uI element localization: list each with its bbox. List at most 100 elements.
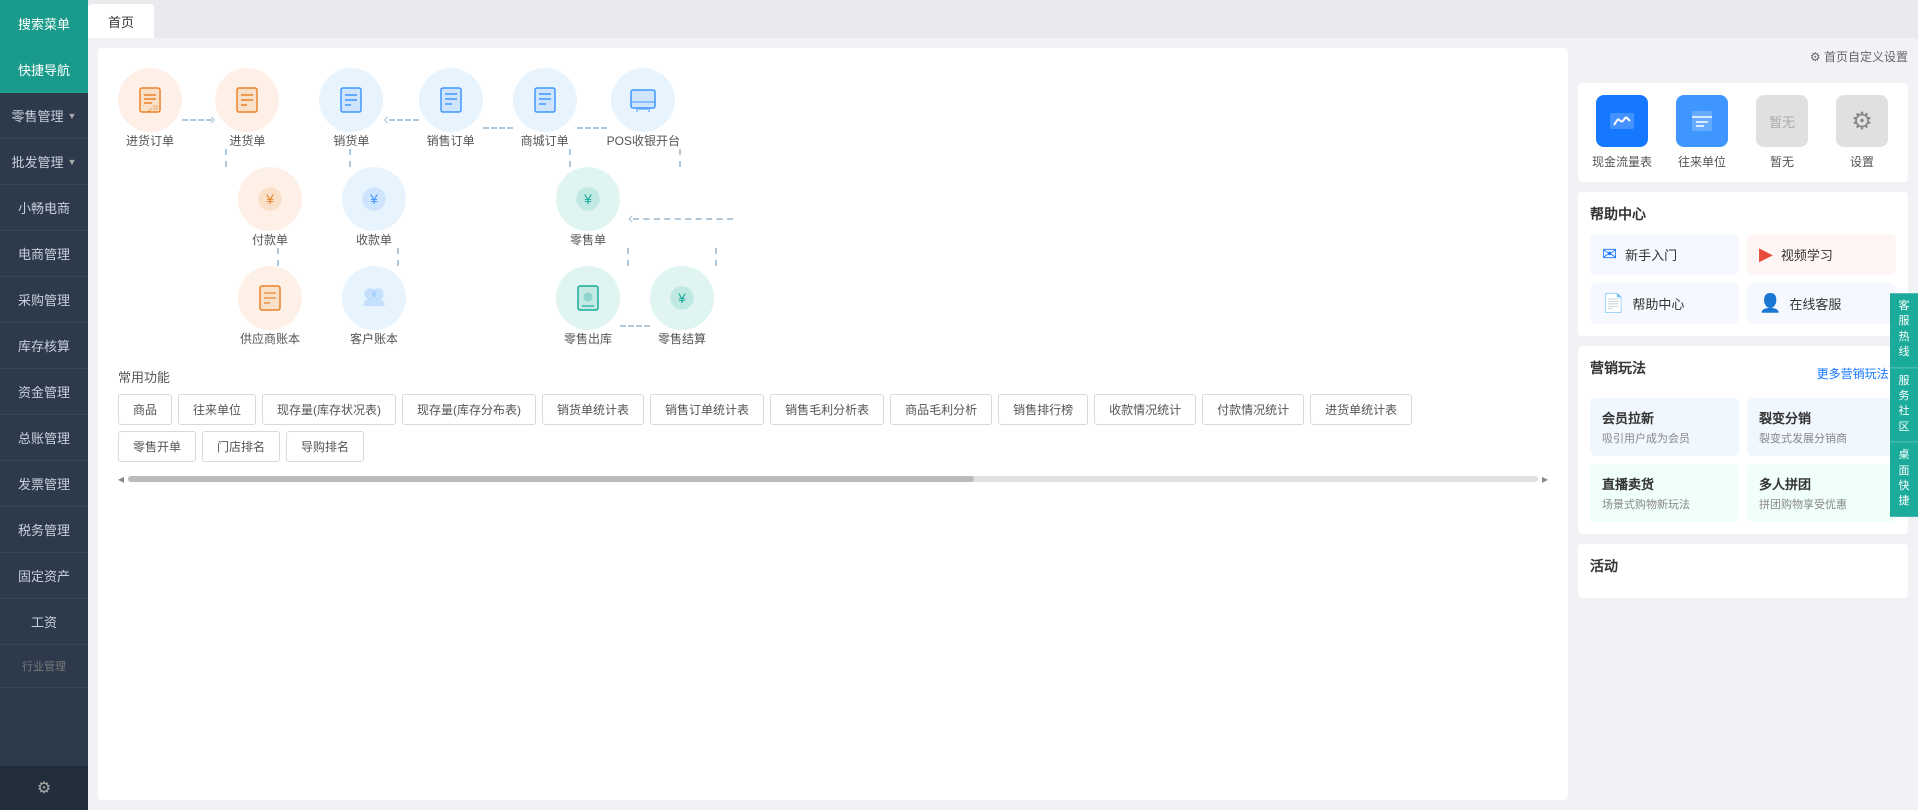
sidebar-item-finance[interactable]: 资金管理 — [0, 369, 88, 415]
service-community-btn[interactable]: 服务社区 — [1890, 368, 1918, 443]
sidebar-item-inventory[interactable]: 库存核算 — [0, 323, 88, 369]
desktop-shortcut-btn[interactable]: 桌面快捷 — [1890, 442, 1918, 517]
func-btn-guide-rank[interactable]: 导购排名 — [286, 431, 364, 462]
activity-panel: 活动 — [1578, 544, 1908, 598]
marketing-panel: 营销玩法 更多营销玩法 › 会员拉新 吸引用户成为会员 裂变分销 裂变式发展分销… — [1578, 346, 1908, 534]
svg-text:¥: ¥ — [583, 191, 592, 207]
group-desc: 拼团购物享受优惠 — [1759, 496, 1884, 512]
sidebar-item-wholesale[interactable]: 批发管理 ▼ — [0, 139, 88, 185]
help-center-panel: 帮助中心 ✉ 新手入门 ▶ 视频学习 📄 帮助中心 👤 — [1578, 192, 1908, 336]
marketing-group[interactable]: 多人拼团 拼团购物享受优惠 — [1747, 464, 1896, 522]
sidebar-item-quick-nav[interactable]: 快捷导航 — [0, 47, 88, 93]
partner-icon — [1676, 95, 1728, 147]
sidebar-item-ecom[interactable]: 电商管理 — [0, 231, 88, 277]
func-btn-receipt-stat[interactable]: 收款情况统计 — [1094, 394, 1196, 425]
common-functions: 常用功能 商品 往来单位 现存量(库存状况表) 现存量(库存分布表) 销货单统计… — [118, 367, 1548, 462]
sidebar-item-more[interactable]: 行业管理 — [0, 645, 88, 688]
scroll-track[interactable] — [128, 476, 1538, 482]
sidebar-item-retail[interactable]: 零售管理 ▼ — [0, 93, 88, 139]
node-supplier-account: 供应商账本 — [238, 266, 302, 347]
chevron-down-icon: ▼ — [68, 157, 77, 167]
service-label: 在线客服 — [1789, 294, 1841, 313]
func-btn-stock1[interactable]: 现存量(库存状况表) — [262, 394, 396, 425]
func-btn-purchase-stat[interactable]: 进货单统计表 — [1310, 394, 1412, 425]
activity-title: 活动 — [1590, 556, 1896, 576]
marketing-split[interactable]: 裂变分销 裂变式发展分销商 — [1747, 398, 1896, 456]
quick-icon-none[interactable]: 暂无 暂无 — [1750, 95, 1814, 170]
help-service[interactable]: 👤 在线客服 — [1747, 283, 1896, 324]
scroll-thumb[interactable] — [128, 476, 974, 482]
group-title: 多人拼团 — [1759, 474, 1884, 493]
func-btn-sale-rank[interactable]: 销售排行榜 — [998, 394, 1088, 425]
sidebar-item-assets[interactable]: 固定资产 — [0, 553, 88, 599]
func-btn-goods[interactable]: 商品 — [118, 394, 172, 425]
video-icon: ▶ — [1759, 244, 1773, 265]
help-video[interactable]: ▶ 视频学习 — [1747, 234, 1896, 275]
node-purchase-order: ✓ 进货订单 — [118, 68, 182, 149]
marketing-grid: 会员拉新 吸引用户成为会员 裂变分销 裂变式发展分销商 直播卖货 场景式购物新玩… — [1590, 398, 1896, 522]
func-btn-goods-margin[interactable]: 商品毛利分析 — [890, 394, 992, 425]
sidebar-item-general[interactable]: 总账管理 — [0, 415, 88, 461]
right-panel: ⚙ 首页自定义设置 — [1578, 48, 1908, 800]
func-btn-stock2[interactable]: 现存量(库存分布表) — [402, 394, 536, 425]
function-buttons: 商品 往来单位 现存量(库存状况表) 现存量(库存分布表) 销货单统计表 销售订… — [118, 394, 1548, 425]
none-icon: 暂无 — [1756, 95, 1808, 147]
marketing-live[interactable]: 直播卖货 场景式购物新玩法 — [1590, 464, 1739, 522]
marketing-header: 营销玩法 更多营销玩法 › — [1590, 358, 1896, 388]
common-functions-title: 常用功能 — [118, 367, 1548, 386]
scroll-right-arrow[interactable]: ▸ — [1542, 472, 1548, 486]
func-btn-retail-order[interactable]: 零售开单 — [118, 431, 196, 462]
node-receipt: ¥ 收款单 — [342, 167, 406, 248]
sidebar-item-salary[interactable]: 工资 — [0, 599, 88, 645]
tab-home[interactable]: 首页 — [88, 4, 154, 38]
live-desc: 场景式购物新玩法 — [1602, 496, 1727, 512]
function-buttons-2: 零售开单 门店排名 导购排名 — [118, 431, 1548, 462]
split-title: 裂变分销 — [1759, 408, 1884, 427]
more-marketing-link[interactable]: 更多营销玩法 › — [1817, 365, 1896, 382]
docs-icon: 📄 — [1602, 293, 1624, 314]
cash-flow-label: 现金流量表 — [1592, 153, 1652, 170]
flow-diagram: ✓ 进货订单 › — [118, 68, 1548, 347]
scroll-left-arrow[interactable]: ◂ — [118, 472, 124, 486]
partner-label: 往来单位 — [1678, 153, 1726, 170]
help-center-title: 帮助中心 — [1590, 204, 1896, 224]
sidebar-item-tax[interactable]: 税务管理 — [0, 507, 88, 553]
func-btn-partner[interactable]: 往来单位 — [178, 394, 256, 425]
quick-icon-settings[interactable]: ⚙ 设置 — [1830, 95, 1894, 170]
func-btn-payment-stat[interactable]: 付款情况统计 — [1202, 394, 1304, 425]
marketing-member[interactable]: 会员拉新 吸引用户成为会员 — [1590, 398, 1739, 456]
split-desc: 裂变式发展分销商 — [1759, 430, 1884, 446]
help-beginner[interactable]: ✉ 新手入门 — [1590, 234, 1739, 275]
search-menu-button[interactable]: 搜索菜单 — [0, 0, 88, 47]
service-hotline-btn[interactable]: 客服热线 — [1890, 293, 1918, 368]
member-desc: 吸引用户成为会员 — [1602, 430, 1727, 446]
func-btn-sale-stat[interactable]: 销货单统计表 — [542, 394, 644, 425]
beginner-label: 新手入门 — [1625, 245, 1677, 264]
help-docs[interactable]: 📄 帮助中心 — [1590, 283, 1739, 324]
main-area: 首页 — [88, 0, 1918, 810]
quick-icon-cash-flow[interactable]: 现金流量表 — [1590, 95, 1654, 170]
service-icon: 👤 — [1759, 293, 1781, 314]
settings-button[interactable]: ⚙ — [0, 766, 88, 810]
func-btn-store-rank[interactable]: 门店排名 — [202, 431, 280, 462]
sidebar: 搜索菜单 快捷导航 零售管理 ▼ 批发管理 ▼ 小畅电商 电商管理 采购管理 库… — [0, 0, 88, 810]
sidebar-item-invoice[interactable]: 发票管理 — [0, 461, 88, 507]
home-customize-button[interactable]: ⚙ 首页自定义设置 — [1578, 48, 1908, 65]
node-purchase-bill: 进货单 — [215, 68, 279, 149]
node-sale-bill: 销货单 — [319, 68, 383, 149]
node-customer-account: 客户账本 — [342, 266, 406, 347]
none-label: 暂无 — [1770, 153, 1794, 170]
marketing-title: 营销玩法 — [1590, 358, 1646, 378]
func-btn-sale-margin[interactable]: 销售毛利分析表 — [770, 394, 884, 425]
svg-text:¥: ¥ — [265, 191, 274, 207]
svg-text:¥: ¥ — [677, 290, 686, 306]
func-btn-sale-order-stat[interactable]: 销售订单统计表 — [650, 394, 764, 425]
sidebar-item-xchang[interactable]: 小畅电商 — [0, 185, 88, 231]
content-area: ✓ 进货订单 › — [88, 38, 1918, 810]
quick-icons-panel: 现金流量表 往来单位 — [1578, 83, 1908, 182]
gear-icon: ⚙ — [1810, 50, 1821, 64]
sidebar-item-purchase[interactable]: 采购管理 — [0, 277, 88, 323]
node-sale-order: 销售订单 — [419, 68, 483, 149]
settings-icon: ⚙ — [1836, 95, 1888, 147]
quick-icon-partner[interactable]: 往来单位 — [1670, 95, 1734, 170]
